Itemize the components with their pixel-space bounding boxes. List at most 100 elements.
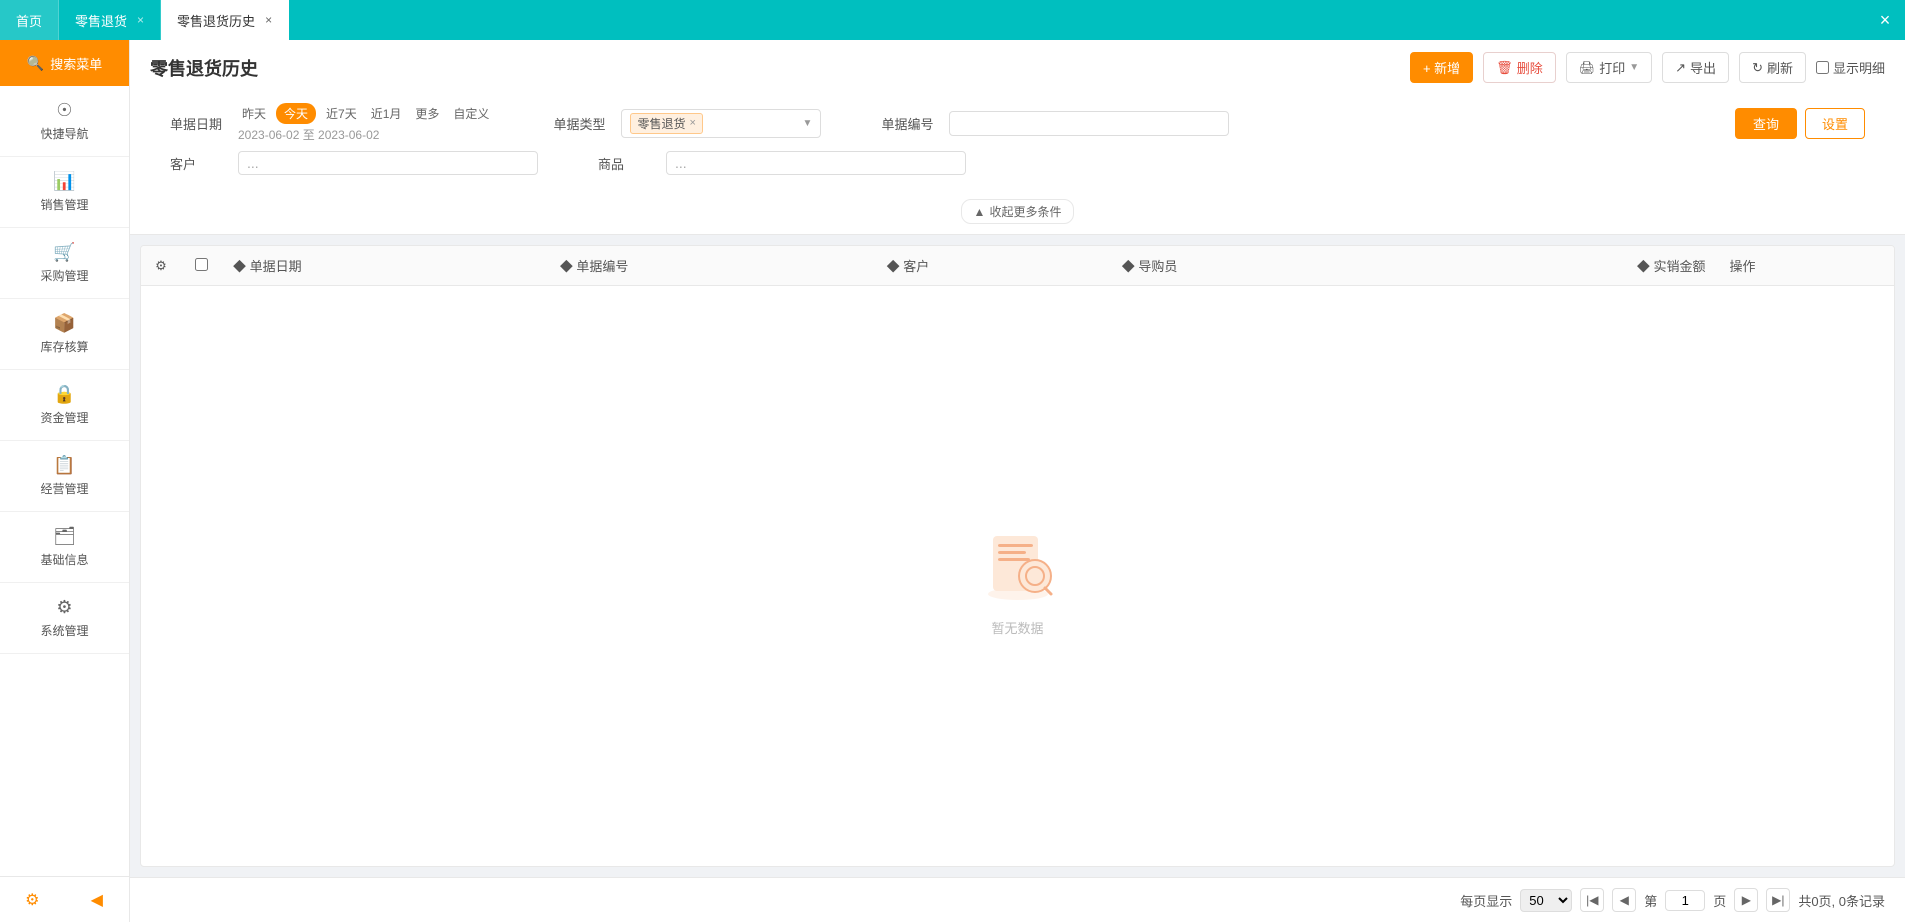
search-icon: 🔍 (27, 55, 44, 72)
table-header-settings[interactable]: ⚙ (141, 246, 181, 286)
refresh-button[interactable]: ↻ 刷新 (1739, 52, 1806, 83)
table-header-action: 操作 (1717, 246, 1894, 286)
table-header-no[interactable]: ◆ 单据编号 (548, 246, 875, 286)
window-close-button[interactable]: × (1865, 0, 1905, 40)
export-icon: ↗ (1675, 60, 1686, 76)
page-title-row: 零售退货历史 + 新增 🗑 删除 🖨 打印 ▼ ↗ 导出 (150, 52, 1885, 83)
filter-actions: 查询 设置 (1735, 108, 1865, 139)
filter-customer-label: 客户 (170, 154, 230, 173)
query-button[interactable]: 查询 (1735, 108, 1797, 139)
sidebar-search[interactable]: 🔍 搜索菜单 (0, 40, 129, 86)
tab-retail-return-history-label: 零售退货历史 (177, 11, 255, 30)
print-icon: 🖨 (1579, 60, 1596, 76)
customer-input-container[interactable]: ... (238, 151, 538, 175)
shortcut-custom[interactable]: 自定义 (449, 103, 493, 124)
voucher-no-input[interactable] (949, 111, 1229, 136)
voucher-type-value: 零售退货 (637, 115, 685, 132)
shortcut-7days[interactable]: 近7天 (322, 103, 361, 124)
sidebar-item-finance[interactable]: 🔒 资金管理 (0, 370, 129, 441)
purchase-mgmt-icon: 🛒 (53, 242, 75, 263)
filter-section: 单据日期 昨天 今天 近7天 近1月 更多 自定义 2023-06-02 至 2… (150, 93, 1885, 193)
last-page-button[interactable]: ▶| (1766, 888, 1790, 912)
next-page-button[interactable]: ▶ (1734, 888, 1758, 912)
refresh-label: 刷新 (1767, 58, 1793, 77)
tab-home-label: 首页 (16, 11, 42, 30)
main-layout: 🔍 搜索菜单 ☉ 快捷导航 📊 销售管理 🛒 采购管理 📦 库存核算 🔒 资金管… (0, 40, 1905, 922)
page-title: 零售退货历史 (150, 55, 258, 81)
filter-row-2: 客户 ... 商品 ... (170, 151, 1865, 175)
prev-page-button[interactable]: ◀ (1612, 888, 1636, 912)
sidebar-item-system-mgmt[interactable]: ⚙ 系统管理 (0, 583, 129, 654)
shortcut-more[interactable]: 更多 (411, 103, 443, 124)
total-info: 共0页, 0条记录 (1798, 891, 1885, 910)
first-page-button[interactable]: |◀ (1580, 888, 1604, 912)
table-header-guide[interactable]: ◆ 导购员 (1110, 246, 1391, 286)
sidebar-item-basic-info[interactable]: 🗂 基础信息 (0, 512, 129, 583)
goods-placeholder: ... (675, 155, 687, 171)
sidebar-item-purchase-mgmt[interactable]: 🛒 采购管理 (0, 228, 129, 299)
sidebar-search-label: 搜索菜单 (50, 54, 102, 73)
display-detail-input[interactable] (1816, 61, 1829, 74)
empty-illustration (973, 516, 1063, 606)
voucher-type-container[interactable]: 零售退货 × ▼ (621, 109, 821, 138)
basic-info-icon: 🗂 (53, 526, 76, 547)
export-label: 导出 (1690, 58, 1716, 77)
filter-date: 单据日期 昨天 今天 近7天 近1月 更多 自定义 2023-06-02 至 2… (170, 103, 493, 143)
shortcut-yesterday[interactable]: 昨天 (238, 103, 270, 124)
collapse-icon: ▲ (974, 205, 986, 219)
tab-retail-return-close[interactable]: × (137, 13, 144, 27)
filter-date-group: 昨天 今天 近7天 近1月 更多 自定义 2023-06-02 至 2023-0… (238, 103, 493, 143)
sidebar-item-inventory[interactable]: 📦 库存核算 (0, 299, 129, 370)
voucher-type-remove[interactable]: × (689, 117, 695, 129)
sidebar-item-finance-label: 资金管理 (40, 409, 88, 426)
tab-retail-return[interactable]: 零售退货 × (59, 0, 161, 40)
sidebar-item-operation[interactable]: 📋 经营管理 (0, 441, 129, 512)
export-button[interactable]: ↗ 导出 (1662, 52, 1729, 83)
sidebar-item-purchase-mgmt-label: 采购管理 (40, 267, 88, 284)
page-label-suffix: 页 (1713, 891, 1726, 910)
filter-date-label: 单据日期 (170, 114, 230, 133)
select-all-checkbox[interactable] (195, 258, 208, 271)
collapse-label: 收起更多条件 (989, 203, 1061, 220)
shortcut-today[interactable]: 今天 (276, 103, 316, 124)
filter-voucher-type: 单据类型 零售退货 × ▼ (553, 109, 821, 138)
table-header-customer[interactable]: ◆ 客户 (875, 246, 1110, 286)
operation-icon: 📋 (53, 455, 75, 476)
print-button[interactable]: 🖨 打印 ▼ (1566, 52, 1652, 83)
delete-button[interactable]: 🗑 删除 (1483, 52, 1556, 83)
collapse-bar: ▲ 收起更多条件 (150, 193, 1885, 234)
filter-voucher-type-label: 单据类型 (553, 114, 613, 133)
inventory-icon: 📦 (53, 313, 75, 334)
sidebar-settings-button[interactable]: ⚙ (0, 877, 65, 922)
delete-label: 删除 (1517, 58, 1543, 77)
filter-voucher-no: 单据编号 (881, 111, 1229, 136)
filter-voucher-no-label: 单据编号 (881, 114, 941, 133)
table-header-checkbox[interactable] (181, 246, 221, 286)
goods-input-container[interactable]: ... (666, 151, 966, 175)
tab-home[interactable]: 首页 (0, 0, 59, 40)
col-date-label: ◆ 单据日期 (233, 259, 302, 274)
col-customer-label: ◆ 客户 (887, 259, 930, 274)
sidebar-item-quick-nav[interactable]: ☉ 快捷导航 (0, 86, 129, 157)
page-size-select[interactable]: 50 100 200 (1520, 889, 1572, 912)
table-settings-icon[interactable]: ⚙ (155, 258, 167, 273)
table-header-amount[interactable]: ◆ 实销金额 (1391, 246, 1718, 286)
delete-icon: 🗑 (1496, 60, 1513, 76)
tab-retail-return-history[interactable]: 零售退货历史 × (161, 0, 289, 40)
display-detail-checkbox[interactable]: 显示明细 (1816, 58, 1885, 77)
sidebar-item-quick-nav-label: 快捷导航 (40, 125, 88, 142)
sidebar-item-operation-label: 经营管理 (40, 480, 88, 497)
col-amount-label: ◆ 实销金额 (1637, 259, 1706, 274)
page-number-input[interactable] (1665, 890, 1705, 911)
table-header-date[interactable]: ◆ 单据日期 (221, 246, 548, 286)
sidebar-collapse-button[interactable]: ◀ (65, 877, 130, 922)
date-range-display: 2023-06-02 至 2023-06-02 (238, 126, 493, 143)
tab-retail-return-history-close[interactable]: × (265, 13, 272, 27)
sidebar-item-sales-mgmt[interactable]: 📊 销售管理 (0, 157, 129, 228)
filter-goods: 商品 ... (598, 151, 966, 175)
new-button[interactable]: + 新增 (1410, 52, 1473, 83)
page-size-label: 每页显示 (1460, 891, 1512, 910)
collapse-button[interactable]: ▲ 收起更多条件 (961, 199, 1075, 224)
filter-setting-button[interactable]: 设置 (1805, 108, 1865, 139)
shortcut-1month[interactable]: 近1月 (367, 103, 406, 124)
